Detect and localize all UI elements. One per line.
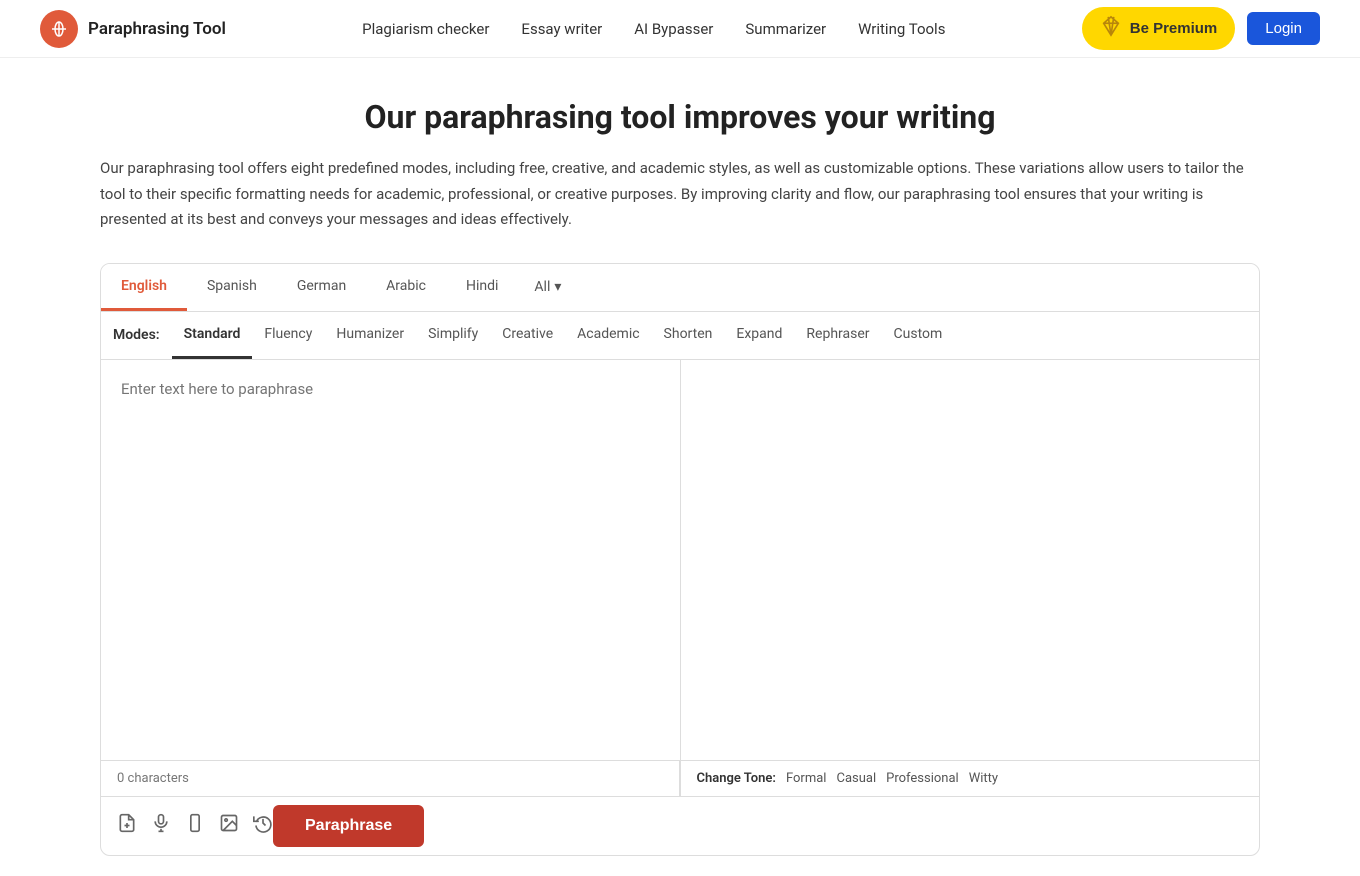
mode-tab-expand[interactable]: Expand [724, 312, 794, 359]
lang-tab-german[interactable]: German [277, 264, 366, 311]
hero-title: Our paraphrasing tool improves your writ… [100, 98, 1260, 136]
hero-description: Our paraphrasing tool offers eight prede… [100, 156, 1260, 233]
mode-tab-creative[interactable]: Creative [490, 312, 565, 359]
lang-tab-hindi[interactable]: Hindi [446, 264, 518, 311]
toolbar-icons [117, 813, 273, 838]
premium-label: Be Premium [1130, 20, 1218, 37]
lang-tab-english[interactable]: English [101, 264, 187, 311]
mode-tab-custom[interactable]: Custom [882, 312, 955, 359]
nav-summarizer[interactable]: Summarizer [745, 20, 826, 38]
mode-tab-shorten[interactable]: Shorten [652, 312, 725, 359]
mode-tabs-row: Modes: Standard Fluency Humanizer Simpli… [101, 312, 1259, 360]
nav-writing-tools[interactable]: Writing Tools [858, 20, 945, 38]
change-tone-bar: Change Tone: Formal Casual Professional … [681, 760, 1260, 796]
be-premium-button[interactable]: Be Premium [1082, 7, 1236, 50]
history-icon[interactable] [253, 813, 273, 838]
output-panel-bottom: Change Tone: Formal Casual Professional … [681, 760, 1260, 796]
nav-essay-writer[interactable]: Essay writer [521, 20, 602, 38]
input-panel [101, 360, 681, 760]
login-button[interactable]: Login [1247, 12, 1320, 45]
nav-ai-bypasser[interactable]: AI Bypasser [634, 20, 713, 38]
header: Paraphrasing Tool Plagiarism checker Ess… [0, 0, 1360, 58]
mode-tab-rephraser[interactable]: Rephraser [794, 312, 881, 359]
mode-tab-standard[interactable]: Standard [172, 312, 253, 359]
mode-tab-humanizer[interactable]: Humanizer [324, 312, 416, 359]
panels-bottom: 0 characters Change Tone: Formal Casual … [101, 760, 1259, 796]
tone-witty[interactable]: Witty [969, 771, 998, 786]
logo-area: Paraphrasing Tool [40, 10, 226, 48]
output-panel [681, 360, 1260, 760]
lang-tab-spanish[interactable]: Spanish [187, 264, 277, 311]
logo-icon [40, 10, 78, 48]
all-label: All [534, 279, 550, 295]
paraphrase-button[interactable]: Paraphrase [273, 805, 424, 847]
file-upload-icon[interactable] [117, 813, 137, 838]
image-icon[interactable] [219, 813, 239, 838]
main-content: Our paraphrasing tool improves your writ… [80, 58, 1280, 876]
input-panel-bottom: 0 characters [101, 760, 681, 796]
header-right: Be Premium Login [1082, 7, 1320, 50]
phone-icon[interactable] [185, 813, 205, 838]
logo-text: Paraphrasing Tool [88, 19, 226, 39]
nav-plagiarism-checker[interactable]: Plagiarism checker [362, 20, 489, 38]
lang-all-dropdown[interactable]: All ▾ [518, 265, 577, 309]
tone-formal[interactable]: Formal [786, 771, 827, 786]
diamond-icon [1100, 15, 1122, 42]
change-tone-label: Change Tone: [697, 771, 776, 786]
toolbar-row: Paraphrase [101, 796, 1259, 855]
tone-professional[interactable]: Professional [886, 771, 959, 786]
text-panels [101, 360, 1259, 760]
main-nav: Plagiarism checker Essay writer AI Bypas… [362, 20, 945, 38]
mode-tab-fluency[interactable]: Fluency [252, 312, 324, 359]
char-count: 0 characters [101, 760, 680, 796]
tool-area: English Spanish German Arabic Hindi All … [100, 263, 1260, 856]
chevron-down-icon: ▾ [554, 279, 561, 295]
mode-tab-simplify[interactable]: Simplify [416, 312, 490, 359]
output-text [681, 360, 1260, 760]
microphone-icon[interactable] [151, 813, 171, 838]
paraphrase-input[interactable] [101, 360, 680, 760]
lang-tab-arabic[interactable]: Arabic [366, 264, 446, 311]
modes-label: Modes: [113, 327, 160, 343]
tone-casual[interactable]: Casual [836, 771, 876, 786]
mode-tab-academic[interactable]: Academic [565, 312, 651, 359]
language-tabs: English Spanish German Arabic Hindi All … [101, 264, 1259, 312]
